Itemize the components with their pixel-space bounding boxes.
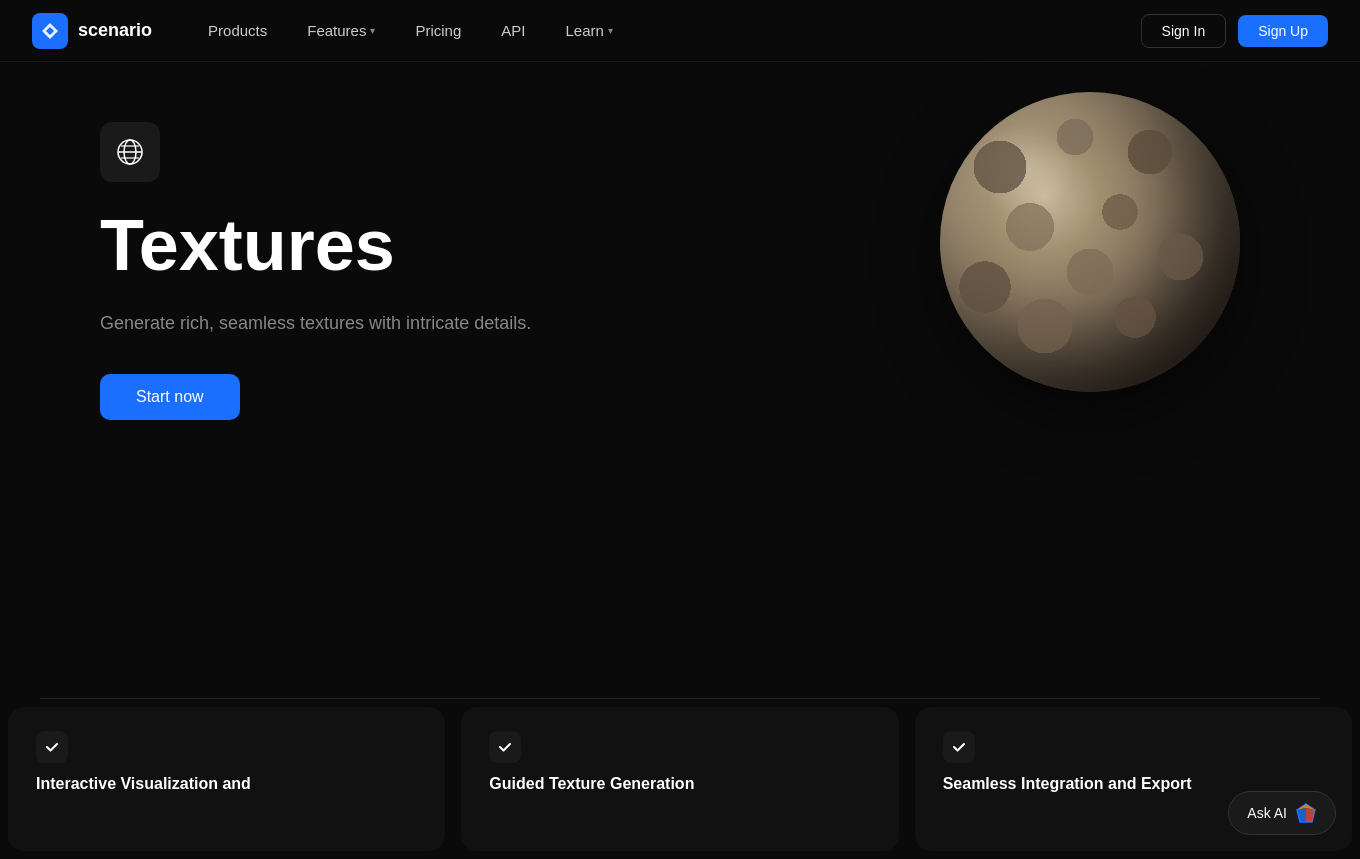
nav-item-learn[interactable]: Learn ▾ [550, 14, 629, 47]
signin-button[interactable]: Sign In [1141, 14, 1227, 48]
texture-sphere-preview [940, 92, 1260, 412]
ask-ai-button[interactable]: Ask AI [1228, 791, 1336, 835]
nav-item-api[interactable]: API [485, 14, 541, 47]
sphere-texture-overlay [940, 92, 1240, 392]
texture-icon-box [100, 122, 160, 182]
nav-links: Products Features ▾ Pricing API Learn ▾ [192, 14, 629, 47]
nav-item-features[interactable]: Features ▾ [291, 14, 391, 47]
hero-subtitle: Generate rich, seamless textures with in… [100, 309, 540, 338]
check-icon [943, 731, 975, 763]
svg-marker-9 [1297, 808, 1306, 822]
check-icon [36, 731, 68, 763]
feature-card-guided: Guided Texture Generation [461, 707, 898, 851]
nav-item-products[interactable]: Products [192, 14, 283, 47]
nav-item-pricing[interactable]: Pricing [399, 14, 477, 47]
navbar-left: scenario Products Features ▾ Pricing API… [32, 13, 629, 49]
logo[interactable]: scenario [32, 13, 152, 49]
feature-card-visualization: Interactive Visualization and [8, 707, 445, 851]
signup-button[interactable]: Sign Up [1238, 15, 1328, 47]
ask-ai-label: Ask AI [1247, 805, 1287, 821]
logo-text: scenario [78, 20, 152, 41]
chevron-down-icon: ▾ [370, 25, 375, 36]
sphere [940, 92, 1240, 392]
logo-icon [32, 13, 68, 49]
globe-icon [115, 137, 145, 167]
feature-title-visualization: Interactive Visualization and [36, 775, 417, 793]
navbar: scenario Products Features ▾ Pricing API… [0, 0, 1360, 62]
feature-title-guided: Guided Texture Generation [489, 775, 870, 793]
svg-marker-8 [1306, 808, 1315, 822]
navbar-right: Sign In Sign Up [1141, 14, 1328, 48]
features-section: Interactive Visualization and Guided Tex… [0, 699, 1360, 859]
start-now-button[interactable]: Start now [100, 374, 240, 420]
chevron-down-icon: ▾ [608, 25, 613, 36]
gem-icon [1295, 802, 1317, 824]
check-icon [489, 731, 521, 763]
hero-section: Textures Generate rich, seamless texture… [0, 62, 1360, 699]
